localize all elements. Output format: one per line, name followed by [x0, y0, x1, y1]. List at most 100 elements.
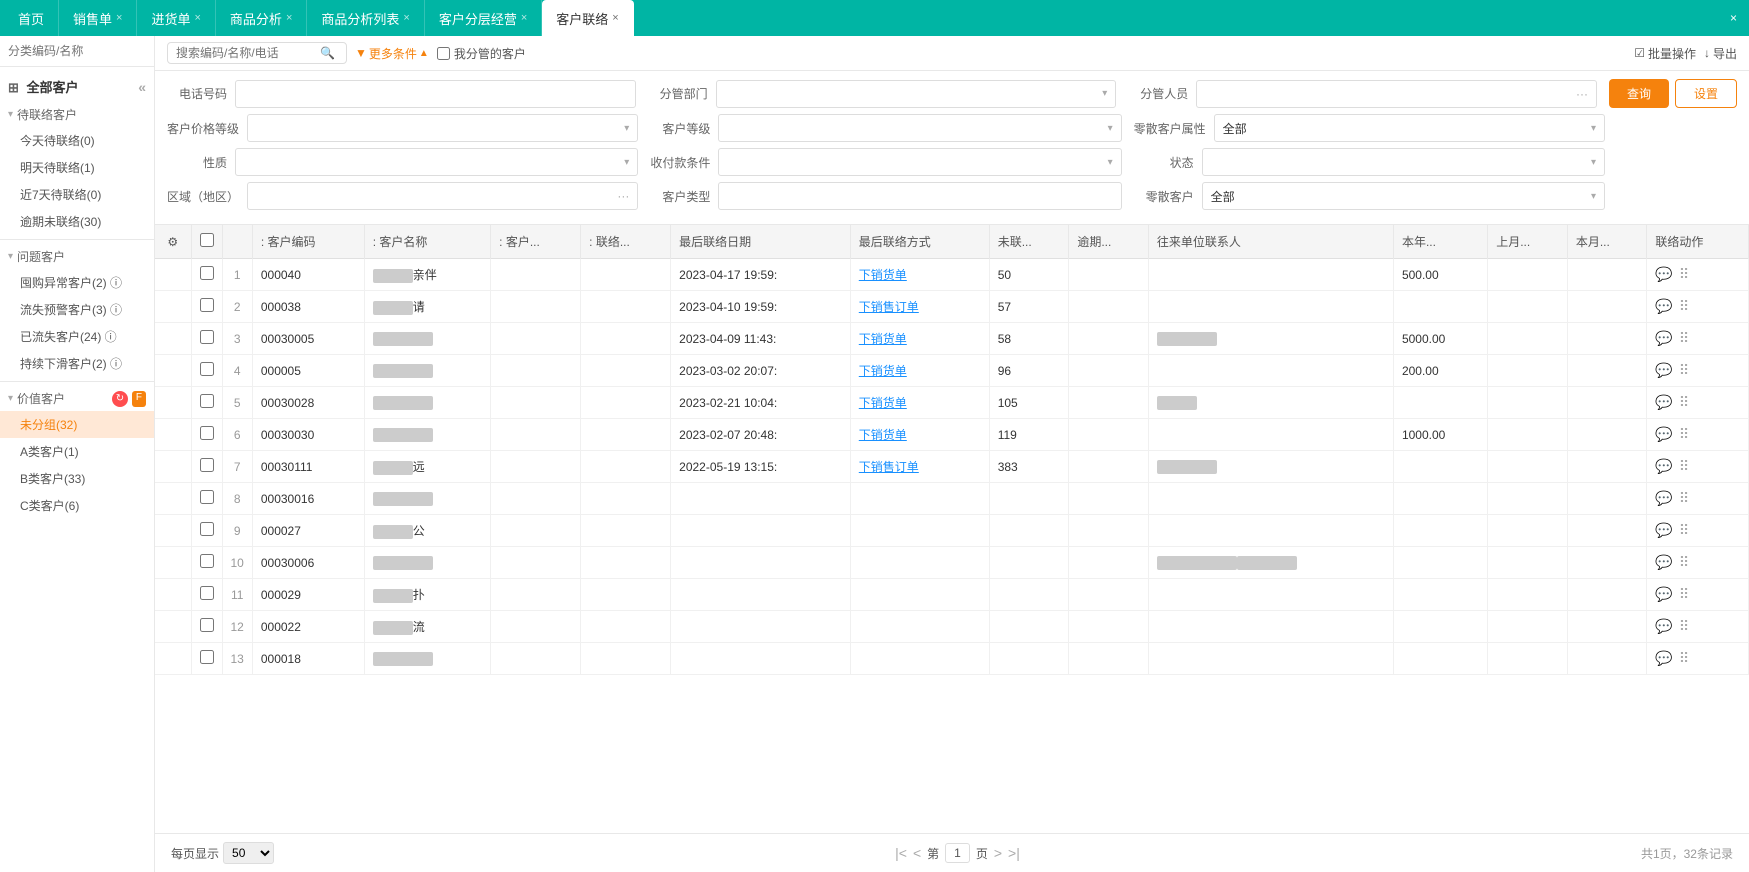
sidebar-group-problem[interactable]: ▾ 问题客户: [0, 244, 154, 269]
apps-icon[interactable]: ⠿: [1679, 458, 1689, 475]
row-checkbox-cell[interactable]: [191, 611, 222, 643]
name-col-header[interactable]: : 客户名称: [364, 225, 490, 259]
search-icon[interactable]: 🔍: [320, 46, 335, 60]
contact-method-link[interactable]: 下销售订单: [859, 300, 919, 314]
apps-icon[interactable]: ⠿: [1679, 330, 1689, 347]
message-icon[interactable]: 💬: [1655, 394, 1672, 411]
row-checkbox[interactable]: [200, 362, 214, 376]
close-icon[interactable]: ×: [403, 12, 409, 24]
row-checkbox[interactable]: [200, 618, 214, 632]
sidebar-item-declining[interactable]: 持续下滑客户(2) ⓘ: [0, 350, 154, 377]
field-sparse-select[interactable]: 全部▾: [1202, 182, 1605, 210]
last-method-col-header[interactable]: 最后联络方式: [850, 225, 989, 259]
close-icon[interactable]: ×: [612, 12, 618, 24]
apps-icon[interactable]: ⠿: [1679, 554, 1689, 571]
field-payment-select[interactable]: ▾: [718, 148, 1121, 176]
current-page[interactable]: 1: [945, 843, 970, 863]
row-checkbox-cell[interactable]: [191, 643, 222, 675]
sidebar-item-today-pending[interactable]: 今天待联络(0): [0, 127, 154, 154]
sidebar-item-churned[interactable]: 已流失客户(24) ⓘ: [0, 323, 154, 350]
close-icon[interactable]: ×: [286, 12, 292, 24]
row-checkbox-cell[interactable]: [191, 291, 222, 323]
close-all-button[interactable]: ×: [1730, 11, 1745, 25]
row-checkbox-cell[interactable]: [191, 579, 222, 611]
search-input[interactable]: [176, 46, 316, 60]
row-checkbox-cell[interactable]: [191, 355, 222, 387]
this-year-col-header[interactable]: 本年...: [1393, 225, 1487, 259]
tab-product-analysis[interactable]: 商品分析 ×: [216, 0, 307, 36]
close-icon[interactable]: ×: [116, 12, 122, 24]
message-icon[interactable]: 💬: [1655, 522, 1672, 539]
sidebar-item-ungroups[interactable]: 未分组(32): [0, 411, 154, 438]
field-region-select[interactable]: ···: [247, 182, 638, 210]
contact-method-link[interactable]: 下销货单: [859, 428, 907, 442]
row-checkbox-cell[interactable]: [191, 515, 222, 547]
field-price-select[interactable]: ▾: [247, 114, 638, 142]
code-col-header[interactable]: : 客户编码: [252, 225, 364, 259]
tab-home[interactable]: 首页: [4, 0, 59, 36]
overdue-col-header[interactable]: 逾期...: [1069, 225, 1149, 259]
row-checkbox[interactable]: [200, 426, 214, 440]
sidebar-group-value[interactable]: ▾ 价值客户 ↻ F: [0, 386, 154, 411]
close-icon[interactable]: ×: [521, 12, 527, 24]
query-button[interactable]: 查询: [1609, 79, 1669, 108]
apps-icon[interactable]: ⠿: [1679, 426, 1689, 443]
more-conditions-button[interactable]: ▼ 更多条件 ▲: [355, 45, 429, 62]
last-date-col-header[interactable]: 最后联络日期: [671, 225, 851, 259]
apps-icon[interactable]: ⠿: [1679, 298, 1689, 315]
sidebar-item-class-c[interactable]: C类客户(6): [0, 492, 154, 519]
sidebar-item-class-b[interactable]: B类客户(33): [0, 465, 154, 492]
settings-col-header[interactable]: ⚙: [155, 225, 191, 259]
row-checkbox-cell[interactable]: [191, 483, 222, 515]
field-type-input[interactable]: [718, 182, 1121, 210]
message-icon[interactable]: 💬: [1655, 330, 1672, 347]
contact-method-link[interactable]: 下销货单: [859, 396, 907, 410]
checkbox-col-header[interactable]: [191, 225, 222, 259]
sidebar-group-pending[interactable]: ▾ 待联络客户: [0, 102, 154, 127]
field-sparse-attr-select[interactable]: 全部▾: [1214, 114, 1605, 142]
row-checkbox-cell[interactable]: [191, 419, 222, 451]
row-checkbox-cell[interactable]: [191, 259, 222, 291]
apps-icon[interactable]: ⠿: [1679, 618, 1689, 635]
row-checkbox-cell[interactable]: [191, 547, 222, 579]
contact-method-link[interactable]: 下销货单: [859, 332, 907, 346]
my-customers-filter[interactable]: 我分管的客户: [437, 45, 526, 62]
prev-page-button[interactable]: <: [913, 845, 921, 861]
message-icon[interactable]: 💬: [1655, 426, 1672, 443]
type-col-header[interactable]: : 客户...: [491, 225, 581, 259]
row-checkbox[interactable]: [200, 554, 214, 568]
tab-customer-segment[interactable]: 客户分层经营 ×: [425, 0, 542, 36]
field-status-select[interactable]: ▾: [1202, 148, 1605, 176]
reset-button[interactable]: 设置: [1675, 79, 1737, 108]
sidebar-item-churn-warning[interactable]: 流失预警客户(3) ⓘ: [0, 296, 154, 323]
batch-ops-button[interactable]: ☑ 批量操作: [1634, 45, 1696, 62]
message-icon[interactable]: 💬: [1655, 266, 1672, 283]
row-checkbox-cell[interactable]: [191, 451, 222, 483]
sidebar-item-tomorrow-pending[interactable]: 明天待联络(1): [0, 154, 154, 181]
row-checkbox[interactable]: [200, 490, 214, 504]
message-icon[interactable]: 💬: [1655, 298, 1672, 315]
row-checkbox-cell[interactable]: [191, 323, 222, 355]
tab-sales-order[interactable]: 销售单 ×: [59, 0, 137, 36]
message-icon[interactable]: 💬: [1655, 458, 1672, 475]
message-icon[interactable]: 💬: [1655, 586, 1672, 603]
contact-person-col-header[interactable]: 往来单位联系人: [1148, 225, 1393, 259]
select-all-checkbox[interactable]: [200, 233, 214, 247]
tab-customer-contact[interactable]: 客户联络 ×: [542, 0, 633, 36]
sidebar-item-abnormal-hoard[interactable]: 囤购异常客户(2) ⓘ: [0, 269, 154, 296]
row-checkbox-cell[interactable]: [191, 387, 222, 419]
sidebar-all-customers[interactable]: ⊞ 全部客户 «: [0, 71, 154, 102]
message-icon[interactable]: 💬: [1655, 362, 1672, 379]
next-page-button[interactable]: >: [994, 845, 1002, 861]
search-box[interactable]: 🔍: [167, 42, 347, 64]
message-icon[interactable]: 💬: [1655, 650, 1672, 667]
row-checkbox[interactable]: [200, 330, 214, 344]
row-checkbox[interactable]: [200, 394, 214, 408]
export-button[interactable]: ↓ 导出: [1704, 45, 1737, 62]
field-phone-input[interactable]: [235, 80, 636, 108]
contact-method-link[interactable]: 下销售订单: [859, 460, 919, 474]
contact-col-header[interactable]: : 联络...: [581, 225, 671, 259]
field-level-select[interactable]: ▾: [718, 114, 1121, 142]
apps-icon[interactable]: ⠿: [1679, 522, 1689, 539]
my-customers-checkbox[interactable]: [437, 47, 450, 60]
